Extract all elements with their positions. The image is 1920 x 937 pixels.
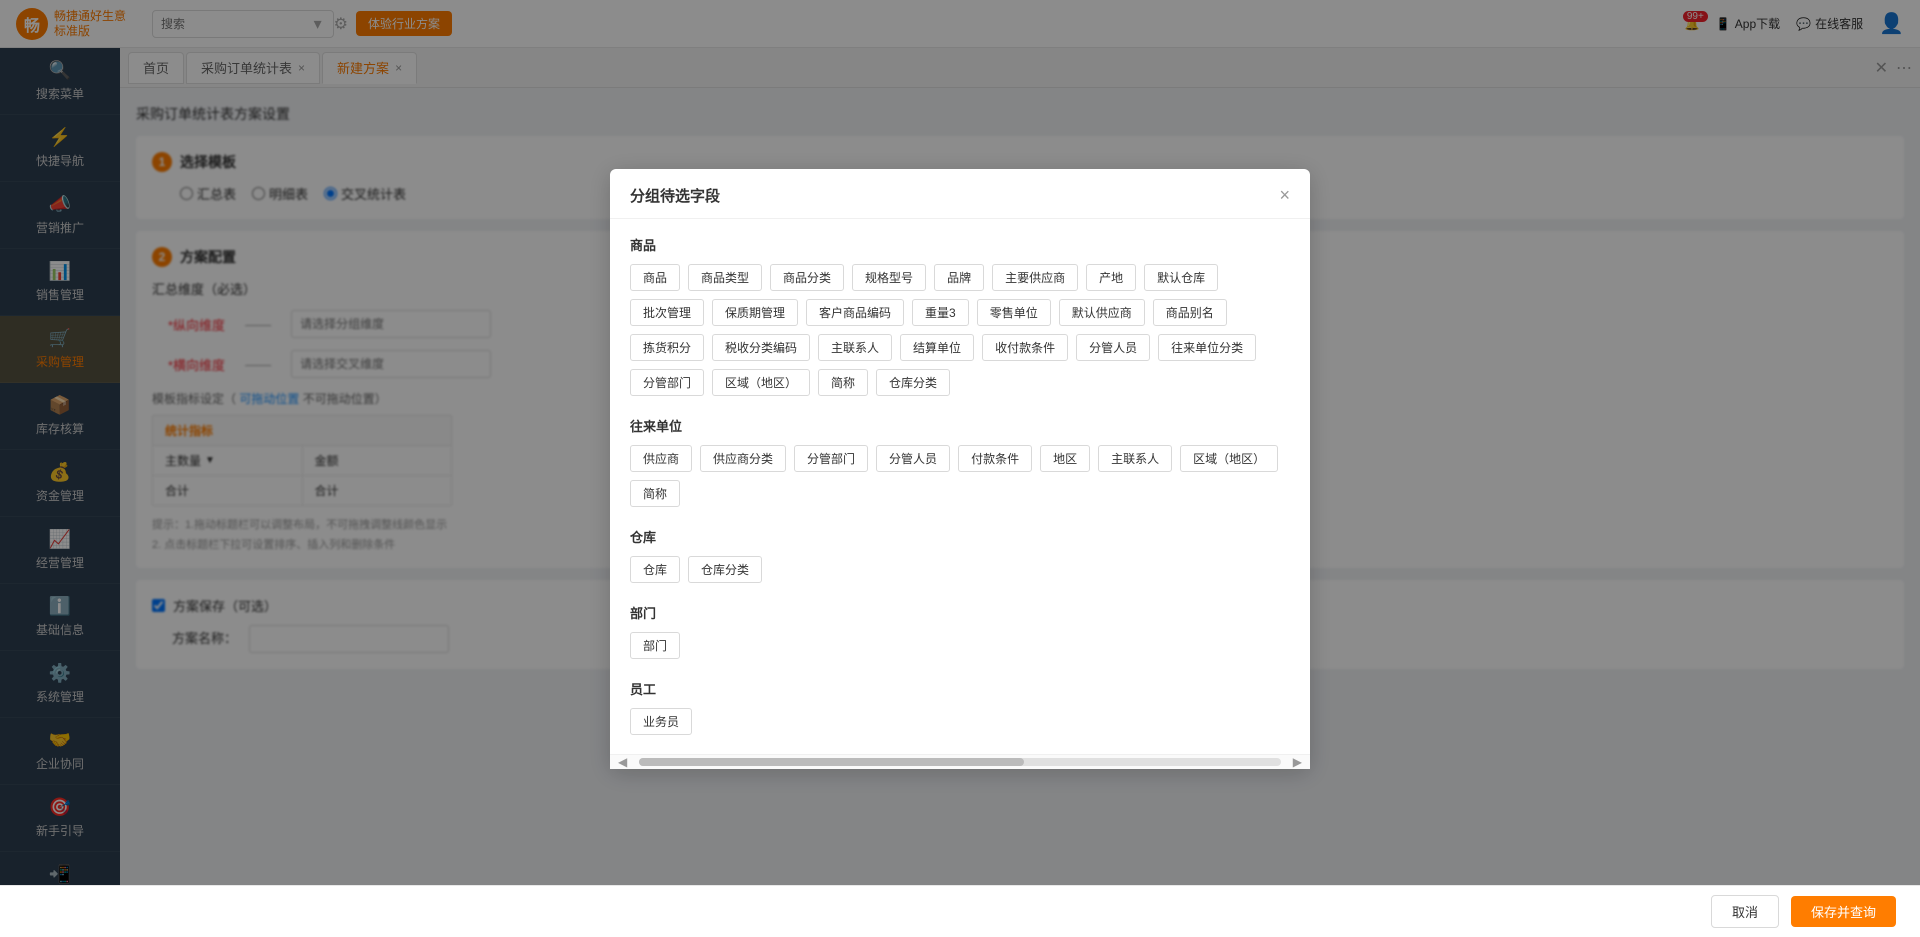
tag-product-25[interactable]: 仓库分类 [876,369,950,396]
bottom-action-bar: 取消 保存并查询 [0,885,1920,937]
tag-product-11[interactable]: 重量3 [912,299,969,326]
tag-partner-6[interactable]: 主联系人 [1098,445,1172,472]
tag-product-10[interactable]: 客户商品编码 [806,299,904,326]
modal-close-btn[interactable]: × [1279,186,1290,204]
section-partner-tags: 供应商 供应商分类 分管部门 分管人员 付款条件 地区 主联系人 区域（地区） … [630,445,1290,507]
section-dept-tags: 部门 [630,632,1290,659]
horizontal-scrollbar-track[interactable] [639,758,1281,766]
tag-partner-1[interactable]: 供应商分类 [700,445,786,472]
tag-partner-7[interactable]: 区域（地区） [1180,445,1278,472]
tag-partner-8[interactable]: 简称 [630,480,680,507]
tag-product-12[interactable]: 零售单位 [977,299,1051,326]
section-warehouse: 仓库 仓库 仓库分类 [630,527,1290,583]
section-dept-title: 部门 [630,603,1290,622]
tag-product-23[interactable]: 区域（地区） [712,369,810,396]
modal-body[interactable]: 商品 商品 商品类型 商品分类 规格型号 品牌 主要供应商 产地 默认仓库 批次… [610,219,1310,754]
scroll-right-btn[interactable]: ▶ [1293,755,1310,769]
save-query-button[interactable]: 保存并查询 [1791,896,1896,927]
tag-warehouse-0[interactable]: 仓库 [630,556,680,583]
scroll-left-btn[interactable]: ◀ [610,755,627,769]
tag-product-24[interactable]: 简称 [818,369,868,396]
modal-header: 分组待选字段 × [610,169,1310,219]
section-warehouse-title: 仓库 [630,527,1290,546]
tag-partner-2[interactable]: 分管部门 [794,445,868,472]
horizontal-scrollbar-thumb [639,758,1024,766]
tag-product-3[interactable]: 规格型号 [852,264,926,291]
section-warehouse-tags: 仓库 仓库分类 [630,556,1290,583]
tag-partner-0[interactable]: 供应商 [630,445,692,472]
section-product: 商品 商品 商品类型 商品分类 规格型号 品牌 主要供应商 产地 默认仓库 批次… [630,235,1290,396]
tag-product-19[interactable]: 收付款条件 [982,334,1068,361]
tag-product-21[interactable]: 往来单位分类 [1158,334,1256,361]
tag-product-2[interactable]: 商品分类 [770,264,844,291]
tag-product-14[interactable]: 商品别名 [1153,299,1227,326]
tag-product-22[interactable]: 分管部门 [630,369,704,396]
tag-product-13[interactable]: 默认供应商 [1059,299,1145,326]
tag-employee-0[interactable]: 业务员 [630,708,692,735]
tag-product-1[interactable]: 商品类型 [688,264,762,291]
field-select-modal: 分组待选字段 × 商品 商品 商品类型 商品分类 规格型号 品牌 主要供应商 产… [610,169,1310,769]
tag-product-15[interactable]: 拣货积分 [630,334,704,361]
cancel-button[interactable]: 取消 [1711,895,1779,928]
section-employee-tags: 业务员 [630,708,1290,735]
section-partner-title: 往来单位 [630,416,1290,435]
tag-partner-3[interactable]: 分管人员 [876,445,950,472]
tag-product-9[interactable]: 保质期管理 [712,299,798,326]
section-product-title: 商品 [630,235,1290,254]
tag-product-0[interactable]: 商品 [630,264,680,291]
tag-product-17[interactable]: 主联系人 [818,334,892,361]
tag-product-6[interactable]: 产地 [1086,264,1136,291]
section-employee: 员工 业务员 [630,679,1290,735]
tag-product-4[interactable]: 品牌 [934,264,984,291]
modal-overlay: 分组待选字段 × 商品 商品 商品类型 商品分类 规格型号 品牌 主要供应商 产… [0,0,1920,937]
tag-partner-4[interactable]: 付款条件 [958,445,1032,472]
tag-product-16[interactable]: 税收分类编码 [712,334,810,361]
tag-product-20[interactable]: 分管人员 [1076,334,1150,361]
section-dept: 部门 部门 [630,603,1290,659]
tag-product-18[interactable]: 结算单位 [900,334,974,361]
section-partner: 往来单位 供应商 供应商分类 分管部门 分管人员 付款条件 地区 主联系人 区域… [630,416,1290,507]
tag-product-5[interactable]: 主要供应商 [992,264,1078,291]
tag-warehouse-1[interactable]: 仓库分类 [688,556,762,583]
tag-partner-5[interactable]: 地区 [1040,445,1090,472]
tag-product-7[interactable]: 默认仓库 [1144,264,1218,291]
section-product-tags: 商品 商品类型 商品分类 规格型号 品牌 主要供应商 产地 默认仓库 批次管理 … [630,264,1290,396]
section-employee-title: 员工 [630,679,1290,698]
tag-dept-0[interactable]: 部门 [630,632,680,659]
modal-title: 分组待选字段 [630,185,720,206]
modal-horizontal-scrollbar[interactable]: ◀ ▶ [610,754,1310,769]
tag-product-8[interactable]: 批次管理 [630,299,704,326]
